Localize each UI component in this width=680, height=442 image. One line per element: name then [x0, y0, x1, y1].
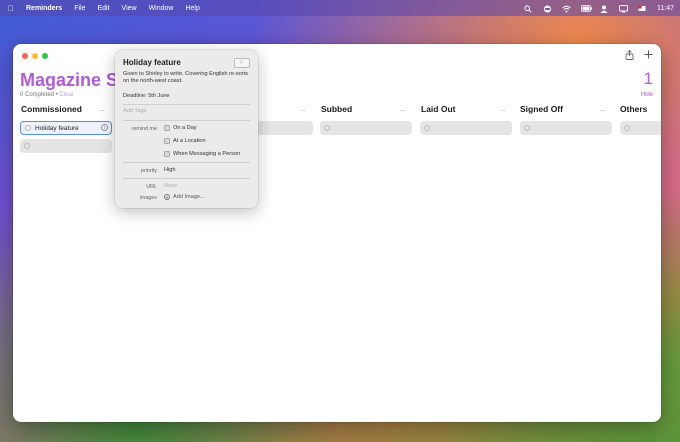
column-more-signed-off[interactable]: ...: [600, 106, 606, 113]
new-task-placeholder[interactable]: [320, 121, 412, 135]
menu-app-name[interactable]: Reminders: [26, 5, 62, 12]
priority-label: priority: [140, 168, 157, 174]
new-task-placeholder[interactable]: [620, 121, 661, 135]
option-on-a-day[interactable]: On a Day: [164, 125, 197, 131]
messaging-label[interactable]: When Messaging a Person: [173, 151, 240, 157]
flag-icon[interactable]: [638, 5, 647, 12]
clear-button[interactable]: Clear: [59, 92, 73, 98]
add-tags-field[interactable]: Add Tags: [123, 108, 146, 114]
reminder-count: 1: [643, 69, 653, 88]
user-icon[interactable]: [600, 5, 609, 13]
url-field[interactable]: None: [164, 183, 177, 189]
menu-edit[interactable]: Edit: [97, 5, 109, 12]
at-a-location-label[interactable]: At a Location: [173, 138, 206, 144]
divider: [123, 162, 250, 163]
apple-menu-icon[interactable]: : [8, 4, 14, 13]
zoom-button[interactable]: [42, 53, 48, 59]
option-messaging[interactable]: When Messaging a Person: [164, 151, 240, 157]
window-toolbar: [625, 49, 653, 63]
minimize-button[interactable]: [32, 53, 38, 59]
column-more-commissioned[interactable]: ...: [99, 106, 105, 113]
new-task-placeholder[interactable]: [20, 139, 112, 153]
popover-title[interactable]: Holiday feature: [123, 58, 181, 67]
column-more-subbed[interactable]: ...: [400, 106, 406, 113]
divider: [123, 120, 250, 121]
battery-icon[interactable]: [581, 4, 592, 12]
task-holiday-feature[interactable]: Holiday feature i: [20, 121, 112, 135]
task-checkbox[interactable]: [324, 125, 330, 131]
menu-window[interactable]: Window: [149, 5, 174, 12]
on-a-day-checkbox[interactable]: [164, 125, 170, 131]
divider: [123, 178, 250, 179]
task-checkbox[interactable]: [424, 125, 430, 131]
column-header-signed-off: Signed Off: [520, 104, 563, 114]
add-image-label[interactable]: Add Image...: [173, 194, 205, 200]
completed-summary: 0 Completed • Clear: [20, 92, 74, 98]
reminder-detail-popover: Holiday feature ⚐ Given to Shirley to wr…: [115, 50, 258, 208]
option-at-a-location[interactable]: At a Location: [164, 138, 206, 144]
new-task-placeholder[interactable]: [420, 121, 512, 135]
task-checkbox[interactable]: [524, 125, 530, 131]
control-center-icon[interactable]: [543, 5, 552, 12]
task-checkbox[interactable]: [25, 125, 31, 131]
column-header-commissioned: Commissioned: [21, 104, 82, 114]
column-more-laid-out[interactable]: ...: [500, 106, 506, 113]
add-image-button[interactable]: + Add Image...: [164, 194, 205, 201]
url-label: URL: [146, 184, 157, 190]
remind-me-label: remind me: [131, 126, 157, 132]
menu-view[interactable]: View: [122, 5, 137, 12]
popover-notes[interactable]: Given to Shirley to write. Covering Engl…: [123, 71, 251, 85]
new-task-placeholder[interactable]: [257, 121, 313, 135]
add-icon[interactable]: [644, 50, 653, 63]
task-checkbox[interactable]: [24, 143, 30, 149]
column-more-hidden[interactable]: ...: [300, 106, 306, 113]
column-header-laid-out: Laid Out: [421, 104, 456, 114]
reminders-window: Magazine Schedule 1 0 Completed • Clear …: [13, 44, 661, 422]
menu-help[interactable]: Help: [185, 5, 199, 12]
task-title[interactable]: Holiday feature: [35, 125, 79, 132]
popover-deadline[interactable]: Deadline: 5th June: [123, 93, 170, 99]
column-header-others: Others: [620, 104, 648, 114]
add-image-icon[interactable]: +: [164, 194, 170, 201]
completed-count: 0 Completed: [20, 92, 55, 98]
hide-button[interactable]: Hide: [641, 92, 653, 98]
search-icon[interactable]: [524, 4, 533, 13]
share-icon[interactable]: [625, 49, 634, 63]
images-label: images: [139, 195, 157, 201]
menu-file[interactable]: File: [74, 5, 85, 12]
new-task-placeholder[interactable]: [520, 121, 612, 135]
summary-separator: •: [55, 92, 58, 98]
at-a-location-checkbox[interactable]: [164, 138, 170, 144]
close-button[interactable]: [22, 53, 28, 59]
divider: [123, 104, 250, 105]
menu-bar:  Reminders File Edit View Window Help 1…: [0, 0, 680, 16]
wifi-icon[interactable]: [562, 5, 571, 12]
flag-toggle-icon[interactable]: ⚐: [234, 58, 250, 68]
menubar-clock[interactable]: 11:47: [657, 5, 674, 12]
messaging-checkbox[interactable]: [164, 151, 170, 157]
display-icon[interactable]: [619, 4, 628, 12]
priority-select[interactable]: High: [164, 167, 176, 173]
task-checkbox[interactable]: [624, 125, 630, 131]
column-header-subbed: Subbed: [321, 104, 353, 114]
window-controls: [22, 53, 48, 59]
info-icon[interactable]: i: [101, 124, 108, 131]
list-title: Magazine Schedule: [20, 70, 120, 90]
on-a-day-label[interactable]: On a Day: [173, 125, 197, 131]
